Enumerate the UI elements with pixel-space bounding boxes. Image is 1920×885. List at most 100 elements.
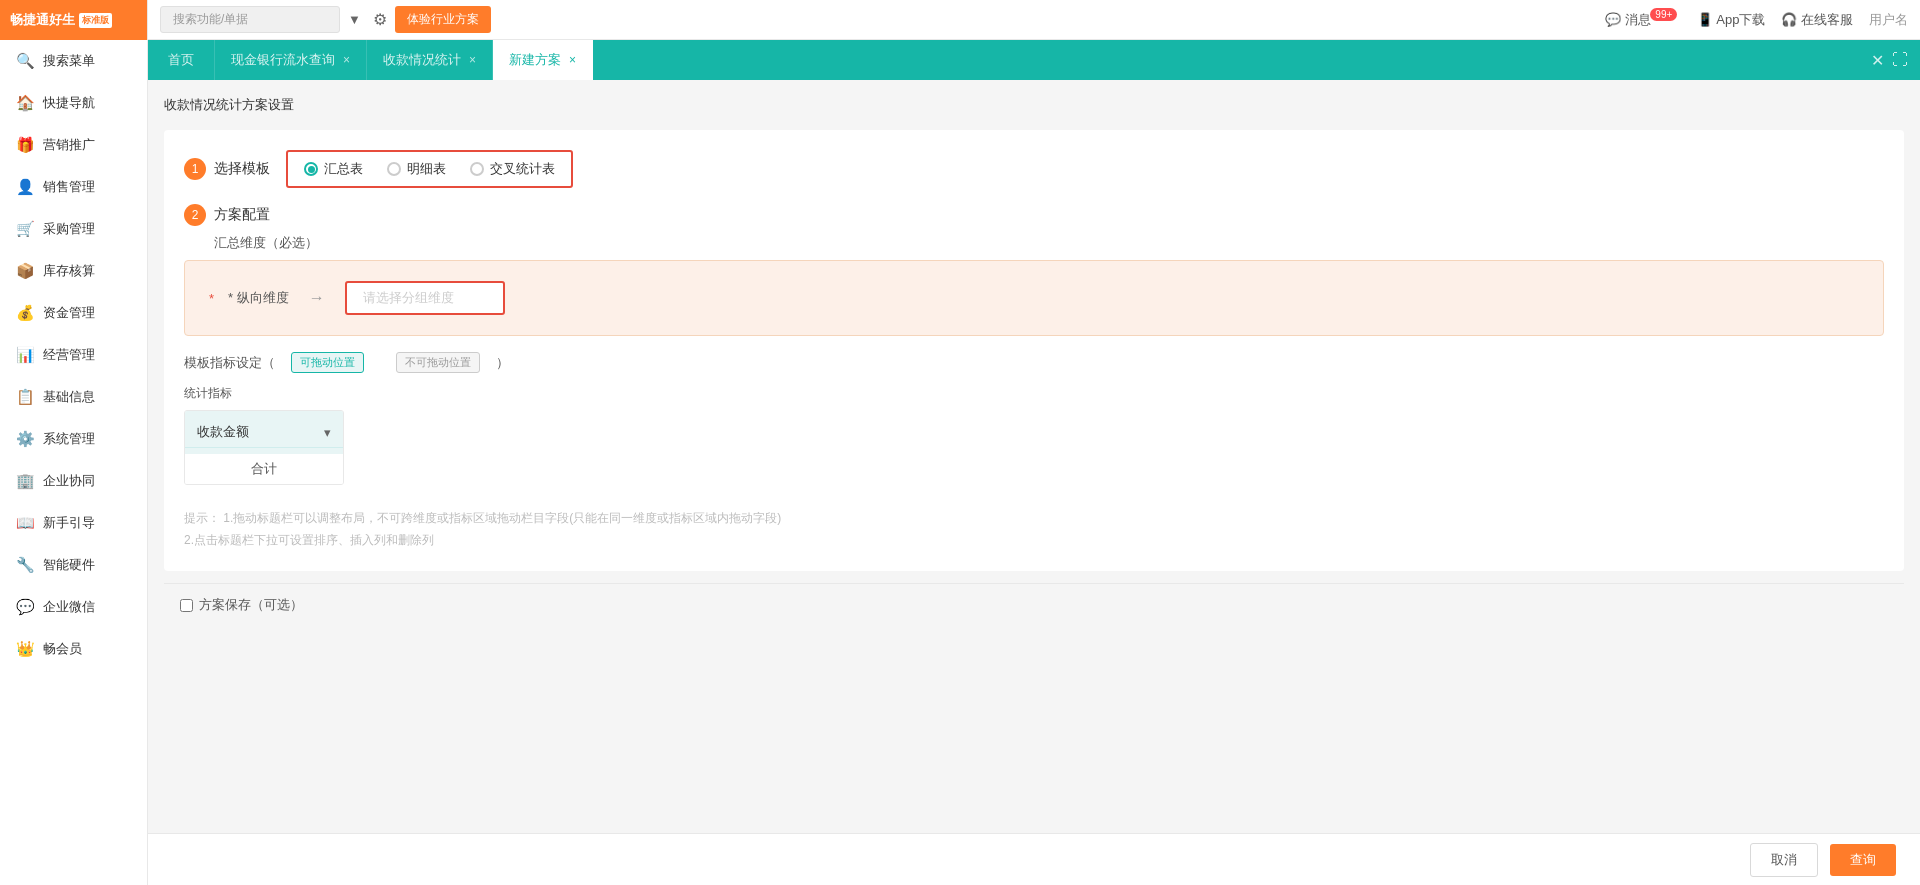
radio-summary[interactable]: 汇总表 <box>304 160 363 178</box>
user-name[interactable]: 用户名 <box>1869 11 1908 29</box>
bottom-bar: 取消 查询 <box>148 833 1920 885</box>
metrics-header-cell[interactable]: 收款金额 ▾ <box>185 417 343 448</box>
save-label: 方案保存（可选） <box>199 596 303 614</box>
metrics-chevron-icon[interactable]: ▾ <box>324 425 331 440</box>
dimension-select[interactable]: 请选择分组维度 <box>345 281 505 315</box>
tab-new-plan[interactable]: 新建方案 × <box>493 40 593 80</box>
wechat-icon: 💬 <box>16 598 35 616</box>
tabs-right-controls: ✕ ⛶ <box>1871 51 1920 70</box>
user-icon: 👤 <box>16 178 35 196</box>
tab-bank-flow[interactable]: 现金银行流水查询 × <box>215 40 367 80</box>
step1-row: 1 选择模板 汇总表 明细表 <box>184 150 1884 188</box>
tab-receipt-stat-close[interactable]: × <box>469 53 476 67</box>
tab-close-all-icon[interactable]: ✕ <box>1871 51 1884 70</box>
step2-circle: 2 <box>184 204 206 226</box>
header: 搜索功能/单据 ▼ ⚙ 体验行业方案 💬 消息 99+ 📱 App下载 🎧 在线… <box>148 0 1920 40</box>
draggable-badge: 可拖动位置 <box>291 352 364 373</box>
trial-btn[interactable]: 体验行业方案 <box>395 6 491 33</box>
sidebar-item-system[interactable]: ⚙️ 系统管理 <box>0 418 147 460</box>
sidebar-item-finance[interactable]: 💰 资金管理 <box>0 292 147 334</box>
save-checkbox[interactable] <box>180 599 193 612</box>
main-area: 搜索功能/单据 ▼ ⚙ 体验行业方案 💬 消息 99+ 📱 App下载 🎧 在线… <box>148 0 1920 885</box>
tab-receipt-stat[interactable]: 收款情况统计 × <box>367 40 493 80</box>
step2-label: 方案配置 <box>214 206 270 224</box>
gear-icon: ⚙️ <box>16 430 35 448</box>
required-mark: * <box>209 291 214 306</box>
notification-badge: 99+ <box>1650 8 1677 21</box>
sidebar-item-operations[interactable]: 📊 经营管理 <box>0 334 147 376</box>
cart-icon: 🛒 <box>16 220 35 238</box>
logo-badge: 标准版 <box>79 13 112 28</box>
dropdown-icon[interactable]: ▼ <box>348 12 361 27</box>
metrics-table: 收款金额 ▾ 合计 <box>184 410 344 485</box>
save-row: 方案保存（可选） <box>164 583 1904 626</box>
sidebar-item-sales[interactable]: 👤 销售管理 <box>0 166 147 208</box>
sidebar-item-enterprise[interactable]: 🏢 企业协同 <box>0 460 147 502</box>
config-section: 汇总维度（必选） * * 纵向维度 → 请选择分组维度 模板指标设定 <box>184 234 1884 551</box>
hardware-icon: 🔧 <box>16 556 35 574</box>
sidebar-item-smart-hw[interactable]: 🔧 智能硬件 <box>0 544 147 586</box>
metrics-table-container: 统计指标 收款金额 ▾ 合计 <box>184 385 1884 488</box>
sidebar-item-marketing[interactable]: 🎁 营销推广 <box>0 124 147 166</box>
content-area: 收款情况统计方案设置 1 选择模板 汇总表 <box>148 80 1920 833</box>
hint2-text: 2.点击标题栏下拉可设置排序、插入列和删除列 <box>184 530 1884 552</box>
sidebar-logo: 畅捷通好生 标准版 <box>0 0 147 40</box>
clipboard-icon: 📋 <box>16 388 35 406</box>
home-icon: 🏠 <box>16 94 35 112</box>
notification-area[interactable]: 💬 消息 99+ <box>1605 11 1681 29</box>
non-draggable-badge: 不可拖动位置 <box>396 352 480 373</box>
gift-icon: 🎁 <box>16 136 35 154</box>
dimension-row: * * 纵向维度 → 请选择分组维度 <box>209 281 1859 315</box>
radio-dot-summary <box>304 162 318 176</box>
settings-card: 1 选择模板 汇总表 明细表 <box>164 130 1904 571</box>
tab-bank-flow-close[interactable]: × <box>343 53 350 67</box>
search-menu-icon: 🔍 <box>16 52 35 70</box>
sidebar-item-wechat[interactable]: 💬 企业微信 <box>0 586 147 628</box>
header-left: 搜索功能/单据 ▼ ⚙ 体验行业方案 <box>160 6 491 33</box>
radio-detail[interactable]: 明细表 <box>387 160 446 178</box>
settings-icon[interactable]: ⚙ <box>373 10 387 29</box>
book-icon: 📖 <box>16 514 35 532</box>
sidebar-item-search-menu[interactable]: 🔍 搜索菜单 <box>0 40 147 82</box>
tab-home[interactable]: 首页 <box>148 40 215 80</box>
sidebar-item-purchase[interactable]: 🛒 采购管理 <box>0 208 147 250</box>
radio-cross[interactable]: 交叉统计表 <box>470 160 555 178</box>
vertical-dim-label: * 纵向维度 <box>228 289 289 307</box>
arrow-icon: → <box>309 289 325 307</box>
radio-dot-cross <box>470 162 484 176</box>
query-button[interactable]: 查询 <box>1830 844 1896 876</box>
metrics-section-label: 统计指标 <box>184 385 1884 402</box>
tabs-bar: 首页 现金银行流水查询 × 收款情况统计 × 新建方案 × ✕ ⛶ <box>148 40 1920 80</box>
hint1-text: 提示： 1.拖动标题栏可以调整布局，不可跨维度或指标区域拖动栏目字段(只能在同一… <box>184 508 1884 530</box>
headset-icon: 🎧 <box>1781 12 1797 27</box>
step2-row: 2 方案配置 <box>184 204 1884 226</box>
tab-new-plan-close[interactable]: × <box>569 53 576 67</box>
sidebar-item-quick-nav[interactable]: 🏠 快捷导航 <box>0 82 147 124</box>
sidebar-item-inventory[interactable]: 📦 库存核算 <box>0 250 147 292</box>
step1-circle: 1 <box>184 158 206 180</box>
chart-icon: 📊 <box>16 346 35 364</box>
building-icon: 🏢 <box>16 472 35 490</box>
cancel-button[interactable]: 取消 <box>1750 843 1818 877</box>
mobile-icon: 📱 <box>1697 12 1713 27</box>
app-download[interactable]: 📱 App下载 <box>1697 11 1765 29</box>
search-bar[interactable]: 搜索功能/单据 <box>160 6 340 33</box>
sidebar: 畅捷通好生 标准版 🔍 搜索菜单 🏠 快捷导航 🎁 营销推广 👤 销售管理 🛒 … <box>0 0 148 885</box>
tab-maximize-icon[interactable]: ⛶ <box>1892 51 1908 69</box>
sidebar-item-base-info[interactable]: 📋 基础信息 <box>0 376 147 418</box>
summary-dim-label: 汇总维度（必选） <box>214 234 1884 252</box>
message-icon: 💬 <box>1605 12 1621 27</box>
page-content: 收款情况统计方案设置 1 选择模板 汇总表 <box>148 80 1920 642</box>
dimension-area: * * 纵向维度 → 请选择分组维度 <box>184 260 1884 336</box>
box-icon: 📦 <box>16 262 35 280</box>
sidebar-item-guide[interactable]: 📖 新手引导 <box>0 502 147 544</box>
crown-icon: 👑 <box>16 640 35 658</box>
sidebar-items-list: 🔍 搜索菜单 🏠 快捷导航 🎁 营销推广 👤 销售管理 🛒 采购管理 📦 库存核… <box>0 40 147 885</box>
sidebar-item-member[interactable]: 👑 畅会员 <box>0 628 147 670</box>
online-support[interactable]: 🎧 在线客服 <box>1781 11 1853 29</box>
template-radio-group: 汇总表 明细表 交叉统计表 <box>286 150 573 188</box>
radio-dot-detail <box>387 162 401 176</box>
metrics-label-row: 模板指标设定（ 可拖动位置 不可拖动位置 ） <box>184 352 1884 373</box>
logo-text: 畅捷通好生 <box>10 11 75 29</box>
money-icon: 💰 <box>16 304 35 322</box>
